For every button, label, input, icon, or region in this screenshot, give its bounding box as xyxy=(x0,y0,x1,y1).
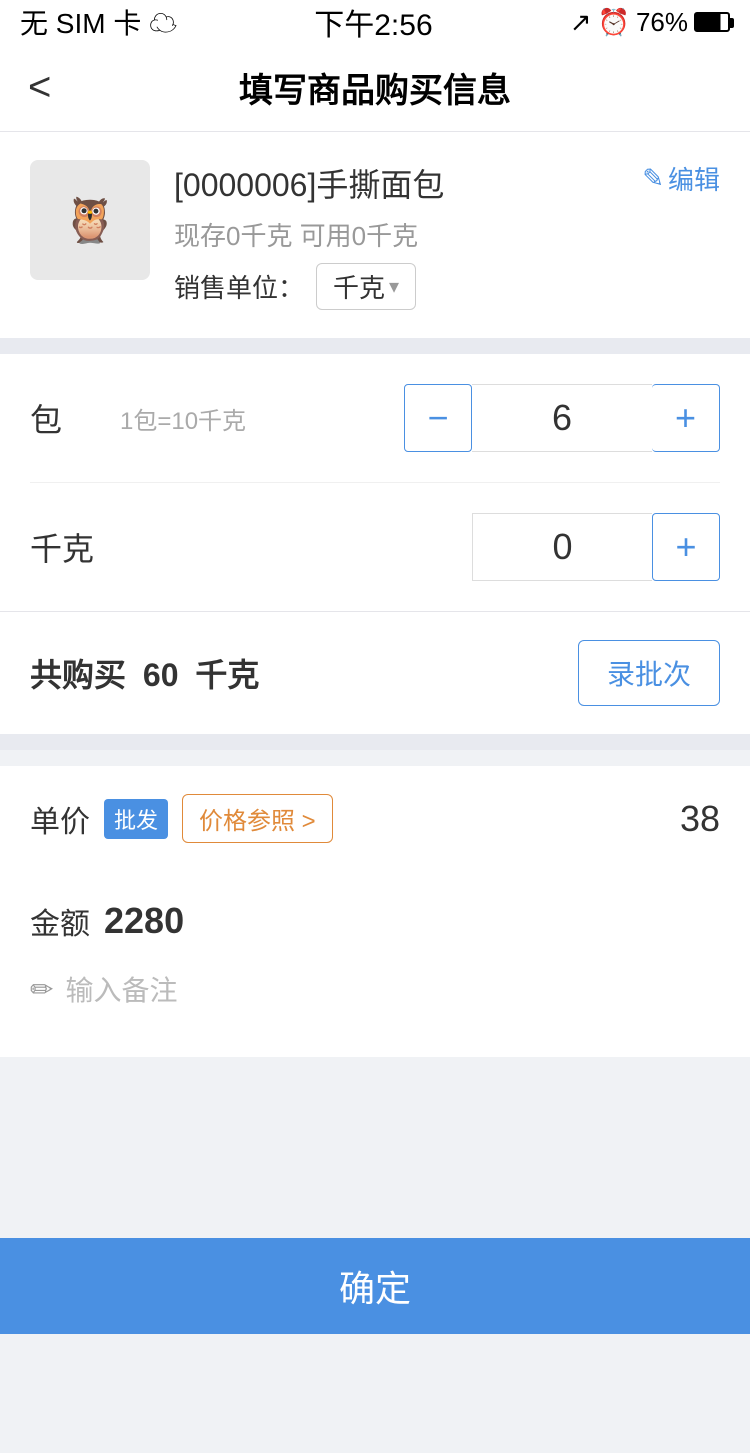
price-value: 38 xyxy=(680,798,720,840)
bag-qty-input[interactable] xyxy=(472,384,652,452)
bottom-spacer xyxy=(0,1357,750,1453)
price-row: 单价 批发 价格参照 > 38 xyxy=(30,794,720,843)
price-ref-button[interactable]: 价格参照 > xyxy=(182,794,333,843)
kg-label: 千克 xyxy=(30,524,110,570)
price-label: 单价 xyxy=(30,797,90,841)
note-row[interactable]: ✏ 输入备注 xyxy=(30,959,720,1029)
dropdown-icon: ▾ xyxy=(389,274,399,299)
bag-hint: 1包=10千克 xyxy=(120,401,404,436)
amount-card: 金额 2280 ✏ 输入备注 xyxy=(0,871,750,1057)
bag-label: 包 xyxy=(30,395,110,441)
product-thumbnail: 🦉 xyxy=(30,160,150,280)
amount-label: 金额 xyxy=(30,899,90,943)
edit-label: 编辑 xyxy=(668,160,720,197)
kg-increment-button[interactable]: + xyxy=(652,513,720,581)
status-time: 下午2:56 xyxy=(314,0,432,44)
price-section: 单价 批发 价格参照 > 38 xyxy=(0,766,750,871)
total-label: 共购买 xyxy=(30,657,126,693)
status-right: ↗ ⏰ 76% xyxy=(570,7,730,38)
product-info: [0000006]手撕面包 ✎ 编辑 现存0千克 可用0千克 销售单位： 千克 … xyxy=(174,160,720,310)
unit-label: 销售单位： xyxy=(174,268,304,305)
note-placeholder: 输入备注 xyxy=(65,969,177,1009)
unit-value: 千克 xyxy=(333,268,385,305)
amount-value: 2280 xyxy=(104,900,184,942)
total-amount: 60 xyxy=(143,657,179,693)
status-left: 无 SIM 卡 ☁ xyxy=(20,2,177,42)
edit-button[interactable]: ✎ 编辑 xyxy=(642,160,720,197)
kg-qty-control: + xyxy=(472,513,720,581)
kg-qty-input[interactable] xyxy=(472,513,652,581)
sim-text: 无 SIM 卡 ☁ xyxy=(20,2,177,42)
edit-icon: ✎ xyxy=(642,163,664,194)
total-unit: 千克 xyxy=(195,657,259,693)
bag-qty-control: − + xyxy=(404,384,720,452)
nav-bar: < 填写商品购买信息 xyxy=(0,44,750,132)
bag-decrement-button[interactable]: − xyxy=(404,384,472,452)
unit-select[interactable]: 千克 ▾ xyxy=(316,263,416,310)
back-button[interactable]: < xyxy=(28,65,51,110)
product-image-icon: 🦉 xyxy=(63,194,118,246)
total-text: 共购买 60 千克 xyxy=(30,650,578,696)
amount-row: 金额 2280 xyxy=(30,899,720,943)
battery-text: 76% xyxy=(636,7,688,38)
location-icon: ↗ xyxy=(570,7,592,38)
page-title: 填写商品购买信息 xyxy=(239,63,511,112)
product-name: [0000006]手撕面包 xyxy=(174,160,444,206)
bag-increment-button[interactable]: + xyxy=(652,384,720,452)
divider-2 xyxy=(0,734,750,750)
alarm-icon: ⏰ xyxy=(598,7,630,38)
price-type-tag: 批发 xyxy=(104,799,168,839)
total-row: 共购买 60 千克 录批次 xyxy=(0,611,750,734)
divider-1 xyxy=(0,338,750,354)
battery-icon xyxy=(694,12,730,32)
confirm-button[interactable]: 确定 xyxy=(0,1238,750,1334)
batch-button[interactable]: 录批次 xyxy=(578,640,720,706)
product-stock: 现存0千克 可用0千克 xyxy=(174,216,720,253)
status-bar: 无 SIM 卡 ☁ 下午2:56 ↗ ⏰ 76% xyxy=(0,0,750,44)
pencil-icon: ✏ xyxy=(30,973,53,1006)
bag-input-row: 包 1包=10千克 − + xyxy=(30,354,720,483)
kg-input-row: 千克 + xyxy=(30,483,720,611)
input-section: 包 1包=10千克 − + 千克 + xyxy=(0,354,750,611)
product-unit-row: 销售单位： 千克 ▾ xyxy=(174,263,720,310)
product-card: 🦉 [0000006]手撕面包 ✎ 编辑 现存0千克 可用0千克 销售单位： 千… xyxy=(0,132,750,338)
